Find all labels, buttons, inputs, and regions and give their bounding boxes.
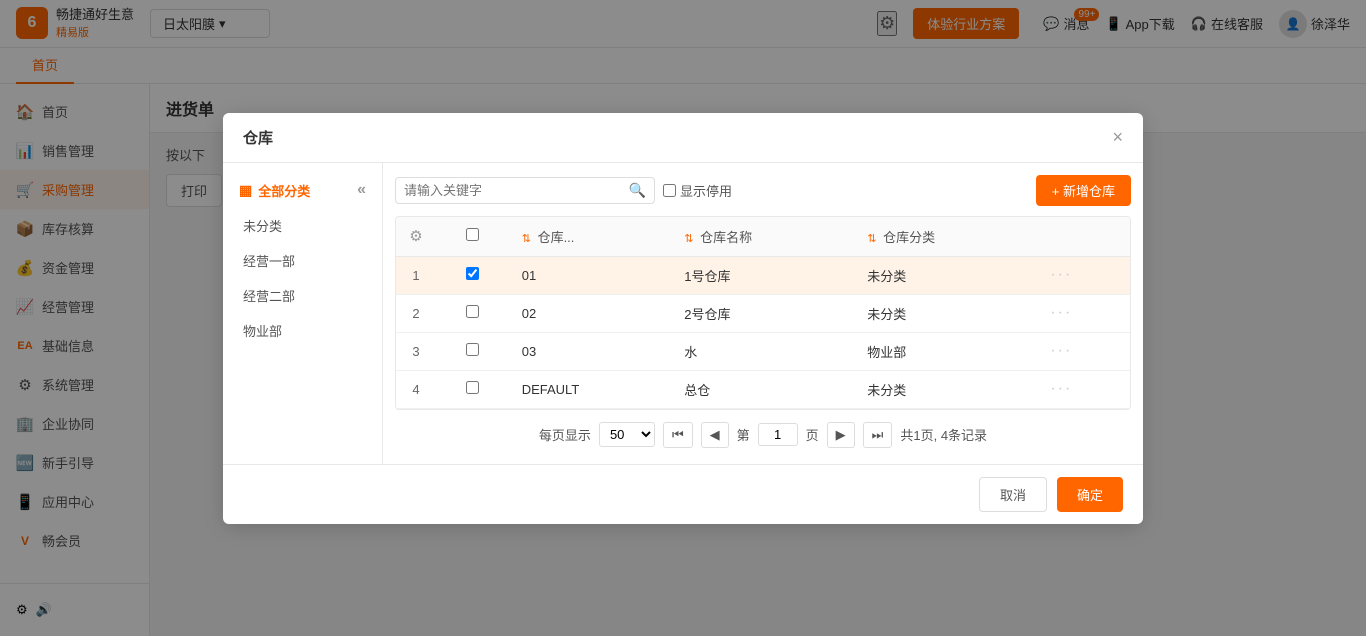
- row-category: 未分类: [855, 294, 1038, 332]
- row-code: DEFAULT: [510, 370, 673, 408]
- row-checkbox[interactable]: [466, 267, 479, 280]
- row-code: 02: [510, 294, 673, 332]
- table-row[interactable]: 4 DEFAULT 总仓 未分类 ···: [396, 370, 1130, 408]
- row-code: 01: [510, 256, 673, 294]
- col-header-settings[interactable]: ⚙: [396, 217, 436, 257]
- row-num: 1: [396, 256, 436, 294]
- col-header-actions: [1038, 217, 1130, 257]
- row-num: 3: [396, 332, 436, 370]
- col-header-name[interactable]: ⇅ 仓库名称: [672, 217, 855, 257]
- table-row[interactable]: 2 02 2号仓库 未分类 ···: [396, 294, 1130, 332]
- select-all-checkbox[interactable]: [466, 228, 479, 241]
- row-category: 未分类: [855, 256, 1038, 294]
- row-checkbox-cell[interactable]: [436, 332, 510, 370]
- row-num: 4: [396, 370, 436, 408]
- page-first-button[interactable]: ⏮: [663, 422, 693, 448]
- sort-icon-category: ⇅: [867, 233, 876, 245]
- search-input[interactable]: [404, 183, 623, 198]
- category-item-unclassified[interactable]: 未分类: [223, 208, 382, 243]
- modal-overlay: 仓库 × ▦ 全部分类 « 未分类 经营一部 经营二部 物业部: [0, 0, 1366, 636]
- modal-title: 仓库: [243, 127, 273, 148]
- row-checkbox-cell[interactable]: [436, 256, 510, 294]
- category-item-dept1[interactable]: 经营一部: [223, 243, 382, 278]
- table-row[interactable]: 3 03 水 物业部 ···: [396, 332, 1130, 370]
- modal-toolbar: 🔍 显示停用 + 新增仓库: [395, 175, 1131, 206]
- add-warehouse-button[interactable]: + 新增仓库: [1036, 175, 1131, 206]
- modal-right-panel: 🔍 显示停用 + 新增仓库 ⚙: [383, 163, 1143, 464]
- modal-footer: 取消 确定: [223, 464, 1143, 524]
- row-more-actions[interactable]: ···: [1038, 294, 1130, 332]
- row-more-actions[interactable]: ···: [1038, 370, 1130, 408]
- row-name: 2号仓库: [672, 294, 855, 332]
- row-checkbox[interactable]: [466, 305, 479, 318]
- row-checkbox-cell[interactable]: [436, 370, 510, 408]
- row-more-actions[interactable]: ···: [1038, 256, 1130, 294]
- show-disabled-checkbox-label[interactable]: 显示停用: [663, 181, 732, 200]
- warehouse-modal: 仓库 × ▦ 全部分类 « 未分类 经营一部 经营二部 物业部: [223, 113, 1143, 524]
- warehouse-table: ⚙ ⇅ 仓库... ⇅ 仓库名称: [395, 216, 1131, 410]
- row-code: 03: [510, 332, 673, 370]
- category-item-dept2[interactable]: 经营二部: [223, 278, 382, 313]
- row-name: 总仓: [672, 370, 855, 408]
- pagination: 每页显示 50 10 20 100 ⏮ ◀ 第 页 ▶ ⏭ 共1页, 4条记录: [395, 410, 1131, 452]
- grid-icon: ▦: [239, 182, 252, 199]
- row-more-actions[interactable]: ···: [1038, 332, 1130, 370]
- page-last-button[interactable]: ⏭: [863, 422, 893, 448]
- page-prev-button[interactable]: ◀: [701, 422, 729, 448]
- row-category: 未分类: [855, 370, 1038, 408]
- confirm-button[interactable]: 确定: [1057, 477, 1123, 512]
- table-row[interactable]: 1 01 1号仓库 未分类 ···: [396, 256, 1130, 294]
- cancel-button[interactable]: 取消: [979, 477, 1047, 512]
- row-checkbox[interactable]: [466, 343, 479, 356]
- modal-categories-panel: ▦ 全部分类 « 未分类 经营一部 经营二部 物业部: [223, 163, 383, 464]
- row-checkbox-cell[interactable]: [436, 294, 510, 332]
- col-header-checkbox[interactable]: [436, 217, 510, 257]
- collapse-icon[interactable]: «: [357, 181, 366, 199]
- modal-header: 仓库 ×: [223, 113, 1143, 163]
- modal-body: ▦ 全部分类 « 未分类 经营一部 经营二部 物业部 🔍: [223, 163, 1143, 464]
- category-header[interactable]: ▦ 全部分类 «: [223, 173, 382, 208]
- row-name: 水: [672, 332, 855, 370]
- col-header-code[interactable]: ⇅ 仓库...: [510, 217, 673, 257]
- row-category: 物业部: [855, 332, 1038, 370]
- sort-icon-code: ⇅: [522, 233, 531, 245]
- sort-icon-name: ⇅: [684, 233, 693, 245]
- row-name: 1号仓库: [672, 256, 855, 294]
- modal-close-button[interactable]: ×: [1112, 127, 1123, 148]
- per-page-select[interactable]: 50 10 20 100: [599, 422, 655, 447]
- page-next-button[interactable]: ▶: [827, 422, 855, 448]
- col-header-category[interactable]: ⇅ 仓库分类: [855, 217, 1038, 257]
- show-disabled-checkbox[interactable]: [663, 184, 676, 197]
- category-item-property[interactable]: 物业部: [223, 313, 382, 348]
- row-checkbox[interactable]: [466, 381, 479, 394]
- page-number-input[interactable]: [758, 423, 798, 446]
- search-icon: 🔍: [629, 182, 646, 199]
- search-input-wrap: 🔍: [395, 177, 655, 204]
- row-num: 2: [396, 294, 436, 332]
